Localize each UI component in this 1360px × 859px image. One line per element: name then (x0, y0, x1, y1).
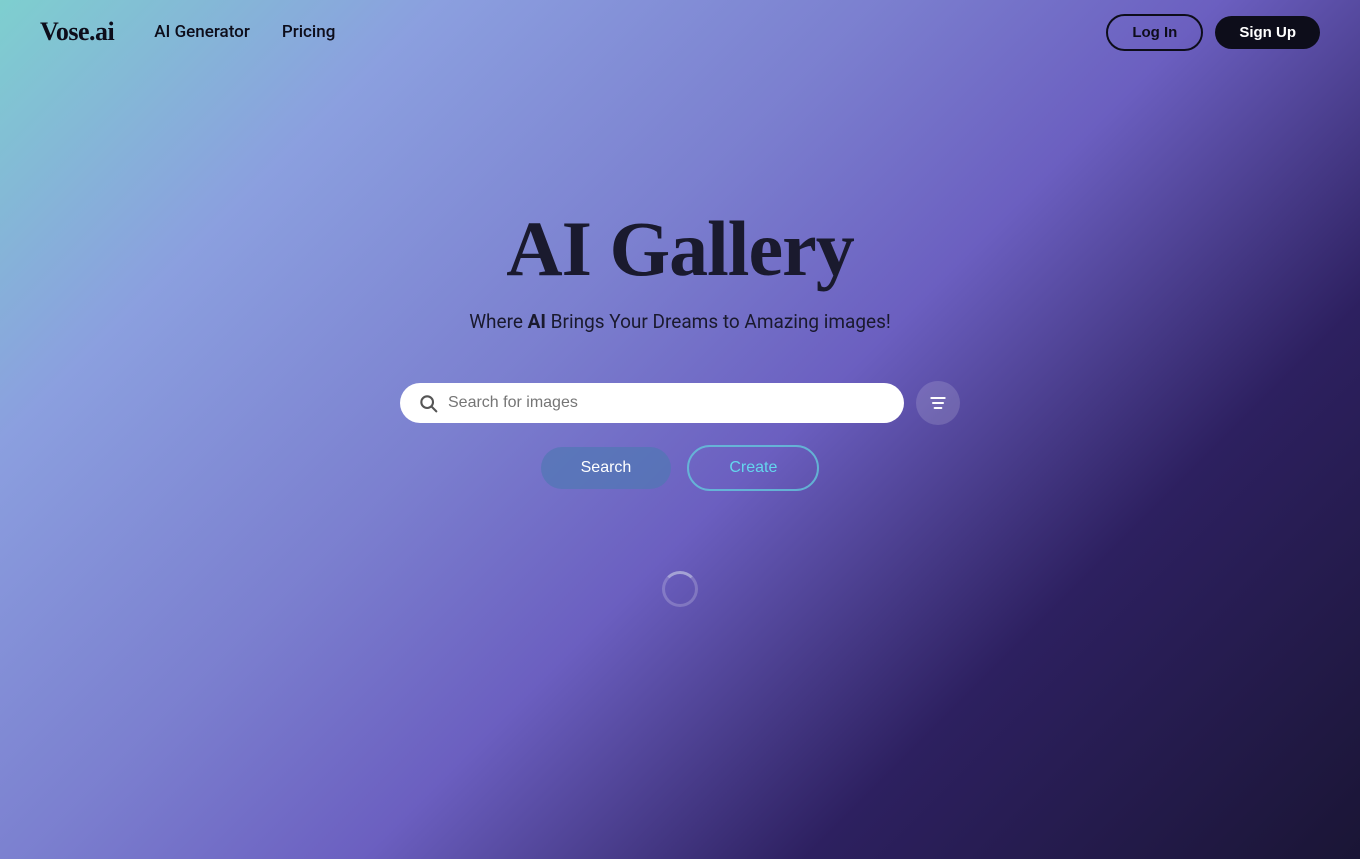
login-button[interactable]: Log In (1106, 14, 1203, 51)
nav-link-ai-generator[interactable]: AI Generator (154, 22, 250, 42)
nav-links: AI Generator Pricing (154, 22, 335, 42)
hero-title: AI Gallery (506, 204, 853, 294)
logo[interactable]: Vose.ai (40, 17, 114, 47)
nav-right: Log In Sign Up (1106, 14, 1320, 51)
search-input-wrapper (400, 383, 904, 423)
nav-link-pricing[interactable]: Pricing (282, 22, 336, 42)
navbar: Vose.ai AI Generator Pricing Log In Sign… (0, 0, 1360, 64)
subtitle-bold: AI (528, 310, 546, 333)
create-button[interactable]: Create (687, 445, 819, 491)
hero-subtitle: Where AI Brings Your Dreams to Amazing i… (469, 310, 891, 333)
search-row (400, 381, 960, 425)
loading-area (0, 571, 1360, 607)
filter-icon (928, 393, 948, 413)
search-area: Search Create (0, 381, 1360, 491)
loading-spinner (662, 571, 698, 607)
search-icon (418, 393, 438, 413)
search-button[interactable]: Search (541, 447, 672, 489)
hero-section: AI Gallery Where AI Brings Your Dreams t… (0, 64, 1360, 491)
signup-button[interactable]: Sign Up (1215, 16, 1320, 49)
search-input[interactable] (448, 394, 886, 412)
subtitle-prefix: Where (469, 310, 527, 333)
subtitle-suffix: Brings Your Dreams to Amazing images! (546, 310, 891, 333)
filter-button[interactable] (916, 381, 960, 425)
action-buttons: Search Create (541, 445, 820, 491)
nav-left: Vose.ai AI Generator Pricing (40, 17, 335, 47)
